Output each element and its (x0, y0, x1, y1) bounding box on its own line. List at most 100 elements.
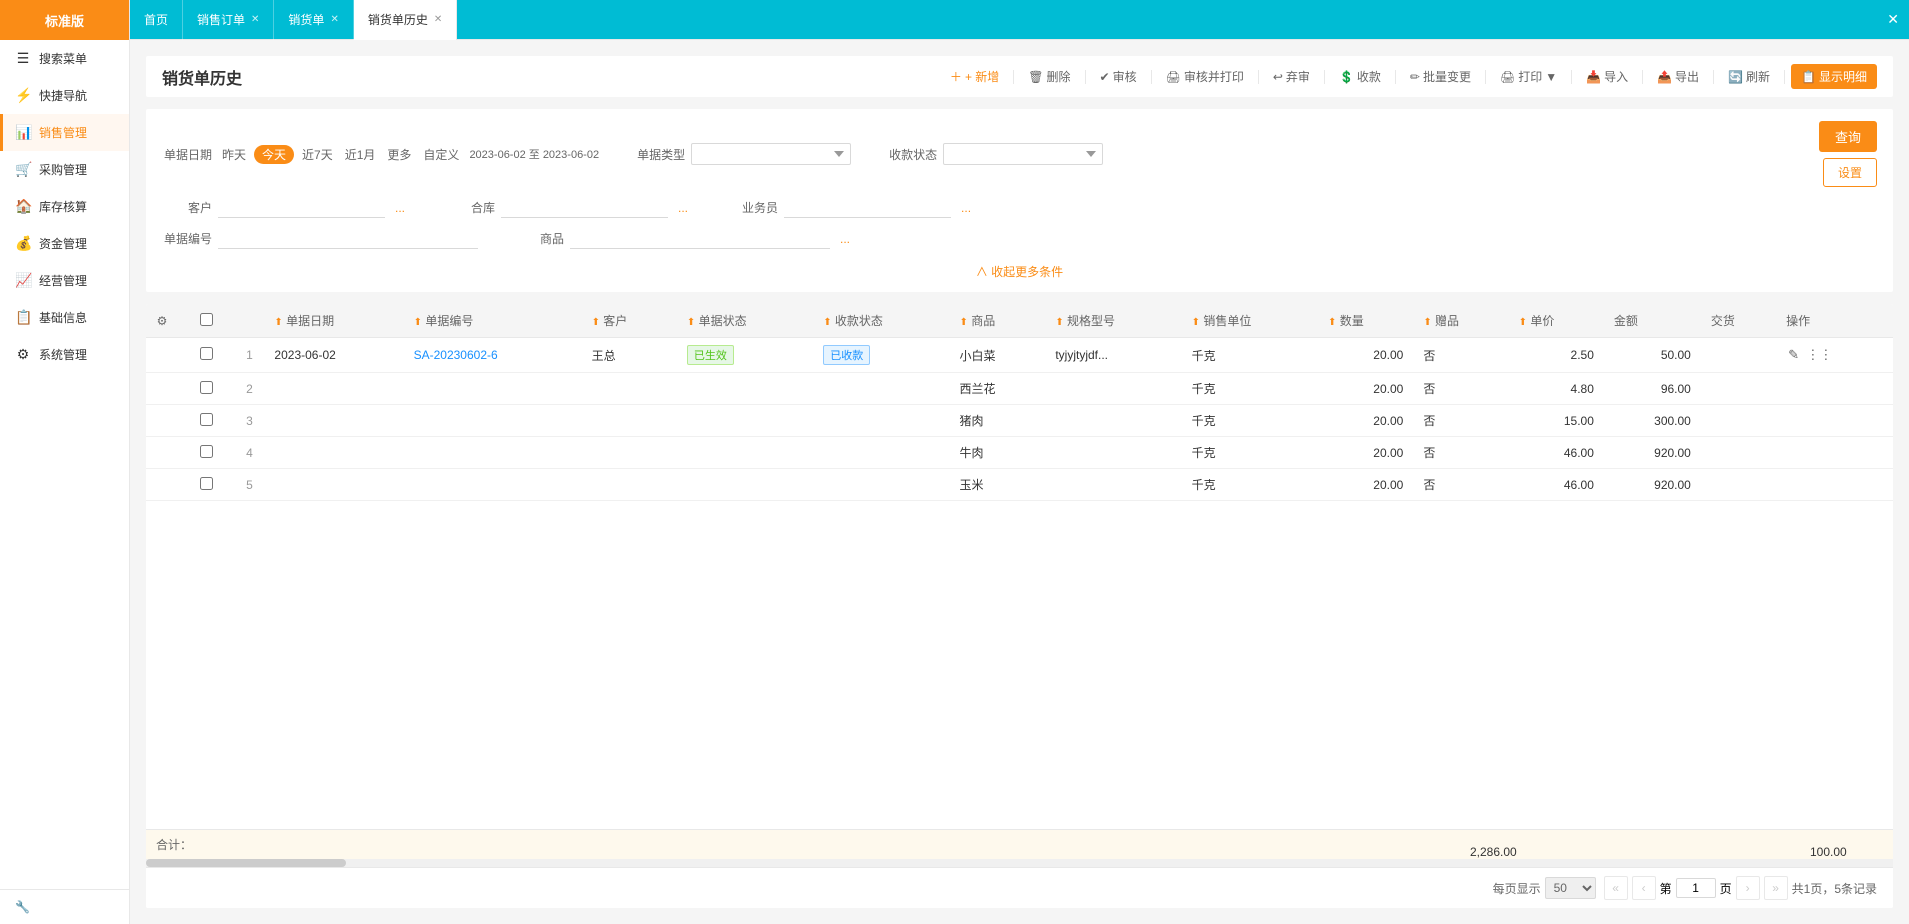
td-transaction (1701, 405, 1776, 437)
warehouse-ellipsis[interactable]: ... (674, 201, 692, 215)
th-docstatus[interactable]: ⬆ 单据状态 (677, 304, 813, 338)
table-scrollbar-thumb[interactable] (146, 859, 346, 867)
table-body: 1 2023-06-02 SA-20230602-6 王总 已生效 已收款 小白… (146, 338, 1893, 501)
goods-input[interactable] (570, 228, 830, 249)
th-price[interactable]: ⬆ 单价 (1509, 304, 1604, 338)
page-input[interactable] (1676, 878, 1716, 898)
date-btn-custom[interactable]: 自定义 (419, 145, 463, 164)
th-settings[interactable]: ⚙ (146, 304, 178, 338)
tab-sales-delivery-close[interactable]: ✕ (330, 14, 338, 25)
td-spec (1045, 373, 1181, 405)
td-qty: 20.00 (1318, 405, 1413, 437)
collect-status-select[interactable] (943, 143, 1103, 165)
sidebar-item-ops-mgmt[interactable]: 📈 经营管理 (0, 262, 129, 299)
th-unit[interactable]: ⬆ 销售单位 (1182, 304, 1318, 338)
batch-change-icon: ✏ (1410, 70, 1420, 84)
tab-sales-order-close[interactable]: ✕ (251, 14, 259, 25)
th-collectstatus[interactable]: ⬆ 收款状态 (813, 304, 949, 338)
tab-home[interactable]: 首页 (130, 0, 183, 40)
customer-input[interactable] (218, 197, 385, 218)
show-detail-btn[interactable]: 📋 显示明细 (1791, 64, 1877, 89)
th-goods[interactable]: ⬆ 商品 (950, 304, 1046, 338)
doc-type-select[interactable] (691, 143, 851, 165)
td-collectstatus (813, 469, 949, 501)
sidebar-item-purchase-mgmt[interactable]: 🛒 采购管理 (0, 151, 129, 188)
export-btn[interactable]: 📤 导出 (1649, 64, 1707, 89)
warehouse-input[interactable] (501, 197, 668, 218)
row-checkbox[interactable] (200, 477, 213, 490)
query-btn[interactable]: 查询 (1819, 121, 1877, 152)
filter-item-warehouse: 合库 ... (445, 197, 692, 218)
goods-ellipsis[interactable]: ... (836, 232, 854, 246)
collapse-btn[interactable]: ∧ 收起更多条件 (162, 259, 1877, 280)
staff-ellipsis[interactable]: ... (957, 201, 975, 215)
th-qty[interactable]: ⬆ 数量 (1318, 304, 1413, 338)
row-checkbox[interactable] (200, 381, 213, 394)
tab-sales-history[interactable]: 销货单历史 ✕ (354, 0, 457, 40)
th-gift[interactable]: ⬆ 赠品 (1413, 304, 1508, 338)
date-btn-today[interactable]: 今天 (254, 145, 294, 164)
tab-sales-history-close[interactable]: ✕ (434, 14, 442, 25)
row-checkbox[interactable] (200, 347, 213, 360)
delete-btn[interactable]: 🗑 删除 (1020, 64, 1078, 89)
td-price: 2.50 (1509, 338, 1604, 373)
sidebar-bottom-btn1[interactable]: 🔧 (0, 890, 129, 924)
sidebar-item-label: 采购管理 (39, 161, 87, 178)
customer-ellipsis[interactable]: ... (391, 201, 409, 215)
sidebar-item-system-mgmt[interactable]: ⚙ 系统管理 (0, 336, 129, 373)
window-close-btn[interactable]: ✕ (1887, 11, 1899, 27)
page-prev-btn[interactable]: ‹ (1632, 876, 1656, 900)
date-btn-1month[interactable]: 近1月 (341, 145, 380, 164)
refresh-btn[interactable]: 🔄 刷新 (1720, 64, 1778, 89)
new-btn[interactable]: ＋ + 新增 (942, 64, 1007, 89)
date-btn-more[interactable]: 更多 (383, 145, 415, 164)
td-checkbox (178, 338, 234, 373)
inventory-icon: 🏠 (15, 198, 31, 215)
row-checkbox[interactable] (200, 445, 213, 458)
sidebar-item-base-info[interactable]: 📋 基础信息 (0, 299, 129, 336)
td-checkbox (178, 469, 234, 501)
audit-btn[interactable]: ✔ 审核 (1092, 64, 1145, 89)
td-gift: 否 (1413, 469, 1508, 501)
set-btn[interactable]: 设置 (1823, 158, 1877, 187)
divider11 (1784, 70, 1785, 84)
page-first-btn[interactable]: « (1604, 876, 1628, 900)
abandon-btn[interactable]: ↩ 弃审 (1265, 64, 1318, 89)
tab-sales-delivery[interactable]: 销货单 ✕ (274, 0, 353, 40)
td-unit: 千克 (1182, 469, 1318, 501)
th-docno[interactable]: ⬆ 单据编号 (404, 304, 582, 338)
th-customer[interactable]: ⬆ 客户 (582, 304, 677, 338)
sidebar-item-sales-mgmt[interactable]: 📊 销售管理 (0, 114, 129, 151)
sidebar-item-inventory-calc[interactable]: 🏠 库存核算 (0, 188, 129, 225)
td-qty: 20.00 (1318, 338, 1413, 373)
td-customer (582, 437, 677, 469)
page-next-btn[interactable]: › (1736, 876, 1760, 900)
edit-action-btn[interactable]: ✎ (1786, 345, 1801, 364)
select-all-checkbox[interactable] (200, 313, 213, 326)
sidebar-item-quick-nav[interactable]: ⚡ 快捷导航 (0, 77, 129, 114)
sort-icon-price: ⬆ (1519, 317, 1527, 328)
more-action-btn[interactable]: ⋮⋮ (1804, 345, 1834, 364)
td-qty: 20.00 (1318, 373, 1413, 405)
page-last-btn[interactable]: » (1764, 876, 1788, 900)
filter-item-customer: 客户 ... (162, 197, 409, 218)
table-scrollbar[interactable] (146, 859, 1893, 867)
collect-btn[interactable]: 💲 收款 (1331, 64, 1389, 89)
th-date[interactable]: ⬆ 单据日期 (264, 304, 403, 338)
docno-input[interactable] (218, 228, 478, 249)
doc-no-link[interactable]: SA-20230602-6 (414, 348, 498, 362)
td-date (264, 469, 403, 501)
sidebar-item-search-menu[interactable]: ☰ 搜索菜单 (0, 40, 129, 77)
per-page-select[interactable]: 50 100 (1545, 877, 1596, 899)
tab-sales-order[interactable]: 销售订单 ✕ (183, 0, 274, 40)
batch-change-btn[interactable]: ✏ 批量变更 (1402, 64, 1479, 89)
sidebar-item-finance-mgmt[interactable]: 💰 资金管理 (0, 225, 129, 262)
audit-print-btn[interactable]: 🖨 审核并打印 (1158, 64, 1252, 89)
th-spec[interactable]: ⬆ 规格型号 (1045, 304, 1181, 338)
date-btn-7days[interactable]: 近7天 (298, 145, 337, 164)
import-btn[interactable]: 📥 导入 (1578, 64, 1636, 89)
staff-input[interactable] (784, 197, 951, 218)
row-checkbox[interactable] (200, 413, 213, 426)
date-btn-yesterday[interactable]: 昨天 (218, 145, 250, 164)
print-btn[interactable]: 🖨 打印 ▼ (1492, 64, 1565, 89)
